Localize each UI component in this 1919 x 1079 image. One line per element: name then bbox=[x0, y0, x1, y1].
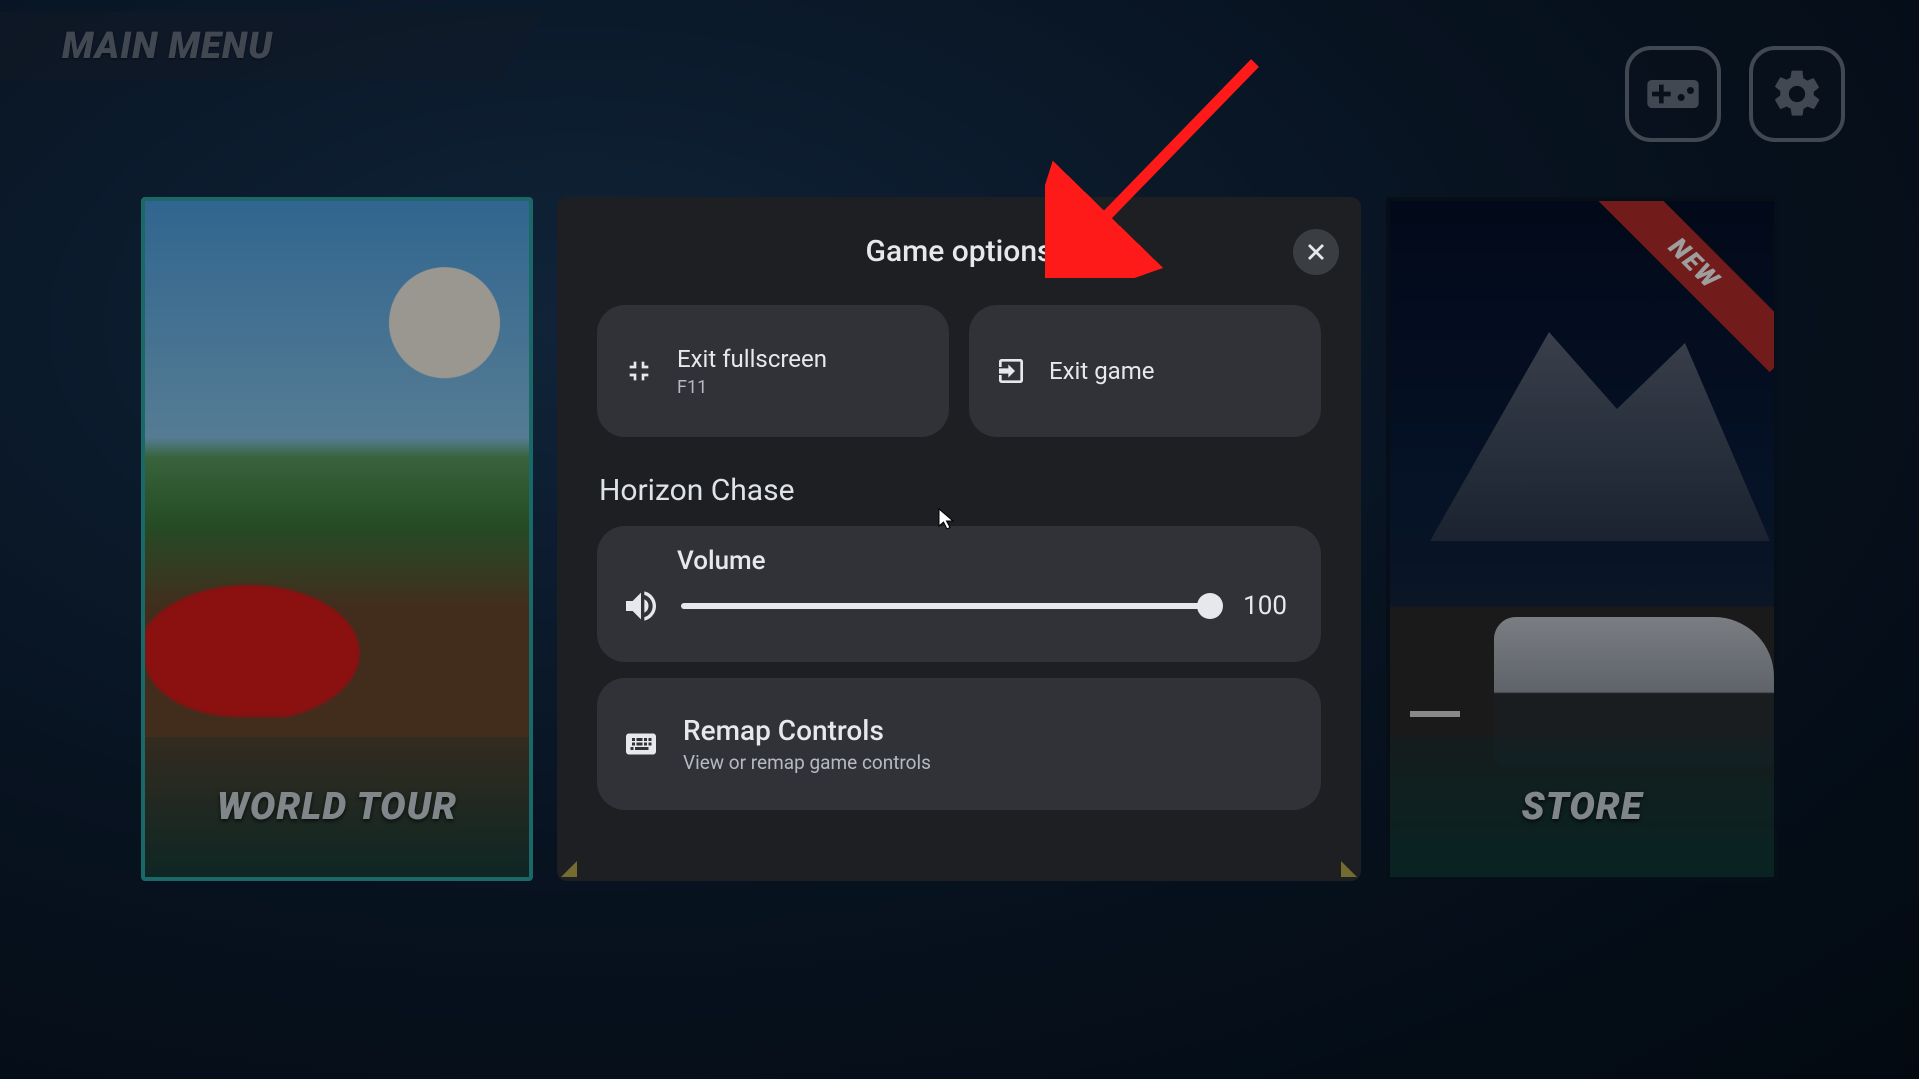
exit-fullscreen-shortcut: F11 bbox=[677, 377, 827, 398]
resize-handle-br[interactable] bbox=[1341, 861, 1357, 877]
settings-button[interactable] bbox=[1749, 46, 1845, 142]
top-right-buttons bbox=[1625, 46, 1845, 142]
game-name-heading: Horizon Chase bbox=[557, 437, 1361, 526]
volume-value: 100 bbox=[1231, 591, 1287, 621]
card-label: STORE bbox=[1522, 785, 1643, 829]
keyboard-icon bbox=[623, 726, 659, 762]
volume-panel: Volume 100 bbox=[597, 526, 1321, 662]
controller-button[interactable] bbox=[1625, 46, 1721, 142]
volume-slider-thumb[interactable] bbox=[1197, 593, 1223, 619]
game-card-store[interactable]: NEW STORE bbox=[1386, 197, 1778, 881]
card-footer: STORE bbox=[1390, 737, 1774, 877]
gear-icon bbox=[1769, 66, 1825, 122]
card-label: WORLD TOUR bbox=[217, 785, 457, 829]
remap-controls-button[interactable]: Remap Controls View or remap game contro… bbox=[597, 678, 1321, 810]
modal-header: Game options bbox=[557, 197, 1361, 305]
volume-slider[interactable] bbox=[681, 603, 1211, 609]
exit-fullscreen-button[interactable]: Exit fullscreen F11 bbox=[597, 305, 949, 437]
remap-sub: View or remap game controls bbox=[683, 751, 931, 774]
remap-label: Remap Controls bbox=[683, 714, 931, 747]
exit-game-label: Exit game bbox=[1049, 357, 1155, 385]
card-footer: WORLD TOUR bbox=[145, 737, 529, 877]
exit-fullscreen-label: Exit fullscreen bbox=[677, 345, 827, 373]
game-options-modal: Game options Exit fullscreen F11 Exit ga… bbox=[557, 197, 1361, 881]
volume-icon bbox=[621, 586, 661, 626]
exit-game-button[interactable]: Exit game bbox=[969, 305, 1321, 437]
main-menu-label: MAIN MENU bbox=[62, 25, 273, 68]
main-menu-tab[interactable]: MAIN MENU bbox=[0, 12, 545, 80]
gamepad-icon bbox=[1645, 66, 1701, 122]
exit-game-icon bbox=[995, 355, 1027, 387]
game-card-world-tour[interactable]: WORLD TOUR bbox=[141, 197, 533, 881]
new-badge: NEW bbox=[1594, 201, 1774, 381]
exit-fullscreen-icon bbox=[623, 355, 655, 387]
volume-label: Volume bbox=[621, 546, 1287, 576]
close-button[interactable] bbox=[1293, 229, 1339, 275]
close-icon bbox=[1306, 242, 1326, 262]
resize-handle-bl[interactable] bbox=[561, 861, 577, 877]
modal-title: Game options bbox=[866, 234, 1053, 269]
